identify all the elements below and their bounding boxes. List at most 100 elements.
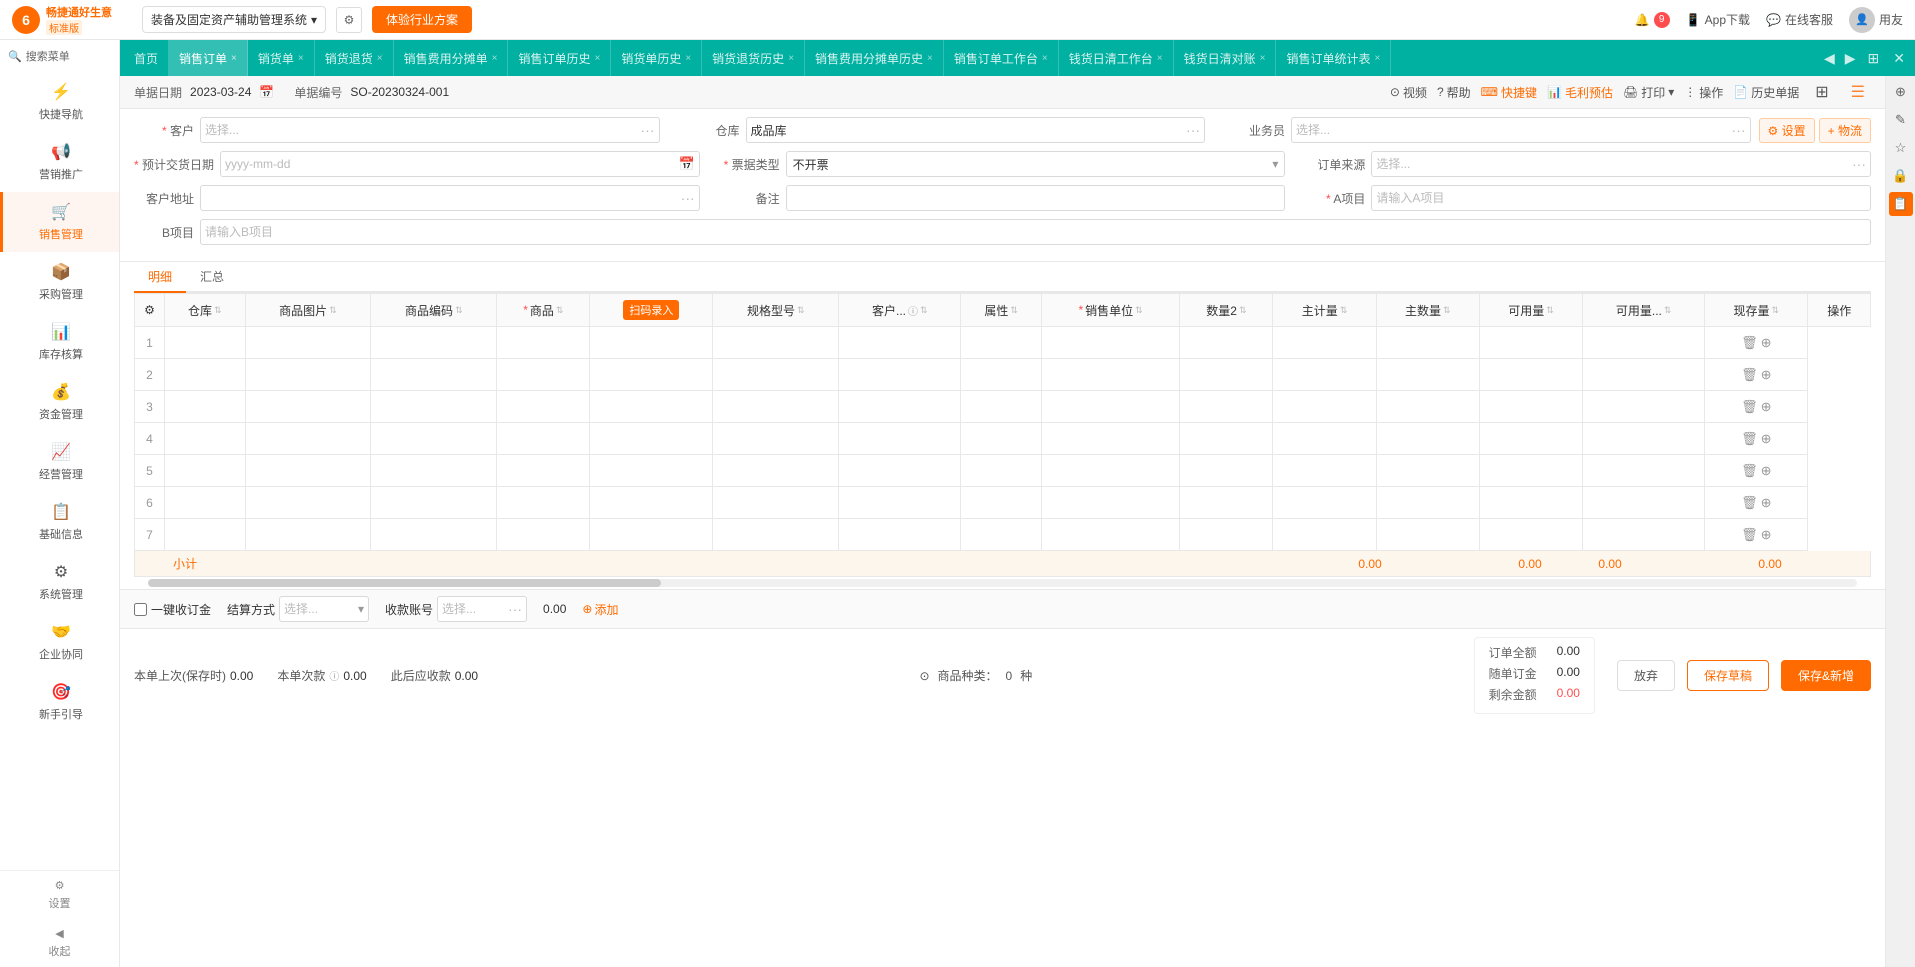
quick-settle-check[interactable] (134, 603, 147, 616)
row-delete-button[interactable]: 🗑 (1741, 335, 1758, 351)
table-cell[interactable] (713, 359, 839, 391)
tab-close-icon[interactable]: × (1374, 53, 1380, 64)
search-menu-item[interactable]: 🔍 搜索菜单 (0, 40, 119, 72)
table-cell[interactable] (371, 423, 497, 455)
tab-close-icon[interactable]: × (788, 53, 794, 64)
b-project-input[interactable] (205, 225, 1866, 239)
delivery-calendar-icon[interactable]: 📅 (678, 156, 694, 172)
table-cell[interactable] (1376, 391, 1479, 423)
table-cell[interactable] (1180, 423, 1273, 455)
tab-close-icon[interactable]: × (685, 53, 691, 64)
settle-method-input[interactable] (284, 602, 358, 616)
table-cell[interactable] (245, 455, 371, 487)
table-cell[interactable] (713, 487, 839, 519)
right-panel-icon-3[interactable]: ☆ (1889, 136, 1913, 160)
delivery-input-wrap[interactable]: 📅 (220, 151, 700, 177)
sidebar-item-inventory[interactable]: 📊 库存核算 (0, 312, 119, 372)
row-copy-button[interactable]: ⊕ (1761, 463, 1772, 479)
bank-input-wrap[interactable]: ··· (437, 596, 527, 622)
tab-detail[interactable]: 明细 (134, 262, 186, 293)
row-copy-button[interactable]: ⊕ (1761, 495, 1772, 511)
table-cell[interactable] (1583, 487, 1705, 519)
warehouse-dots[interactable]: ··· (1186, 122, 1200, 138)
operations-btn[interactable]: ⋮ 操作 (1684, 84, 1723, 101)
right-panel-icon-4[interactable]: 🔒 (1889, 164, 1913, 188)
horizontal-scrollbar[interactable] (148, 579, 1857, 587)
table-cell[interactable] (961, 519, 1042, 551)
table-cell[interactable] (1376, 423, 1479, 455)
a-project-input[interactable] (1376, 191, 1866, 205)
table-cell[interactable] (1180, 359, 1273, 391)
table-cell[interactable] (1583, 423, 1705, 455)
table-cell[interactable] (165, 487, 246, 519)
table-cell[interactable] (961, 359, 1042, 391)
view-toggle-icon[interactable]: ⊞ (1809, 82, 1834, 102)
tab-prev-button[interactable]: ◀ (1820, 50, 1839, 67)
row-copy-button[interactable]: ⊕ (1761, 527, 1772, 543)
table-cell[interactable] (165, 519, 246, 551)
table-cell[interactable] (1583, 359, 1705, 391)
table-cell[interactable] (839, 423, 961, 455)
table-cell[interactable] (371, 327, 497, 359)
history-btn[interactable]: 📄 历史单据 (1733, 84, 1799, 101)
sidebar-item-marketing[interactable]: 📢 营销推广 (0, 132, 119, 192)
table-cell[interactable] (839, 519, 961, 551)
tab-return-history[interactable]: 销货退货历史 × (702, 40, 805, 76)
table-cell[interactable] (1479, 487, 1582, 519)
table-cell[interactable] (590, 487, 713, 519)
table-cell[interactable] (1376, 519, 1479, 551)
table-cell[interactable] (165, 423, 246, 455)
sidebar-item-operations[interactable]: 📈 经营管理 (0, 432, 119, 492)
table-cell[interactable] (371, 455, 497, 487)
table-cell[interactable] (1041, 455, 1180, 487)
table-cell[interactable] (165, 391, 246, 423)
table-cell[interactable] (590, 455, 713, 487)
staff-input-wrap[interactable]: ··· (1291, 117, 1751, 143)
tab-close-icon[interactable]: × (298, 53, 304, 64)
table-cell[interactable] (713, 519, 839, 551)
print-btn[interactable]: 🖨 打印 ▾ (1623, 84, 1674, 101)
table-cell[interactable] (839, 455, 961, 487)
table-cell[interactable] (1273, 327, 1376, 359)
source-dots[interactable]: ··· (1852, 156, 1866, 172)
user-menu[interactable]: 👤 用友 (1849, 7, 1903, 33)
tab-close-icon[interactable]: × (1260, 53, 1266, 64)
tab-order-history[interactable]: 销售订单历史 × (508, 40, 611, 76)
table-cell[interactable] (245, 359, 371, 391)
table-cell[interactable] (497, 391, 590, 423)
tab-grid-icon[interactable]: ⊞ (1862, 50, 1886, 67)
table-cell[interactable] (1273, 519, 1376, 551)
table-cell[interactable] (961, 455, 1042, 487)
table-cell[interactable] (1479, 519, 1582, 551)
staff-dots[interactable]: ··· (1732, 122, 1746, 138)
tab-sales-return[interactable]: 销货退货 × (315, 40, 394, 76)
table-cell[interactable] (1273, 455, 1376, 487)
table-cell[interactable] (371, 519, 497, 551)
delivery-input[interactable] (225, 157, 676, 171)
settle-method-select[interactable]: ▾ (279, 596, 369, 622)
row-delete-button[interactable]: 🗑 (1741, 431, 1758, 447)
table-cell[interactable] (497, 327, 590, 359)
table-cell[interactable] (1479, 423, 1582, 455)
table-cell[interactable] (1583, 455, 1705, 487)
invoice-select[interactable]: 不开票 ▾ (786, 151, 1286, 177)
table-cell[interactable] (497, 359, 590, 391)
tab-next-button[interactable]: ▶ (1841, 50, 1860, 67)
notification-bell[interactable]: 🔔 9 (1635, 12, 1670, 28)
table-cell[interactable] (839, 391, 961, 423)
table-cell[interactable] (1376, 327, 1479, 359)
th-settings[interactable]: ⚙ (135, 294, 165, 327)
table-cell[interactable] (1273, 359, 1376, 391)
table-cell[interactable] (1180, 455, 1273, 487)
sidebar-item-purchase[interactable]: 📦 采购管理 (0, 252, 119, 312)
tab-daily-clear[interactable]: 钱货日清工作台 × (1059, 40, 1174, 76)
b-project-input-wrap[interactable] (200, 219, 1871, 245)
table-cell[interactable] (1479, 327, 1582, 359)
quick-settle-checkbox[interactable]: 一键收订金 (134, 601, 211, 618)
address-dots[interactable]: ··· (681, 190, 695, 206)
table-cell[interactable] (497, 519, 590, 551)
table-cell[interactable] (1479, 359, 1582, 391)
table-cell[interactable] (1041, 359, 1180, 391)
bank-dots[interactable]: ··· (508, 601, 522, 617)
table-cell[interactable] (1273, 487, 1376, 519)
